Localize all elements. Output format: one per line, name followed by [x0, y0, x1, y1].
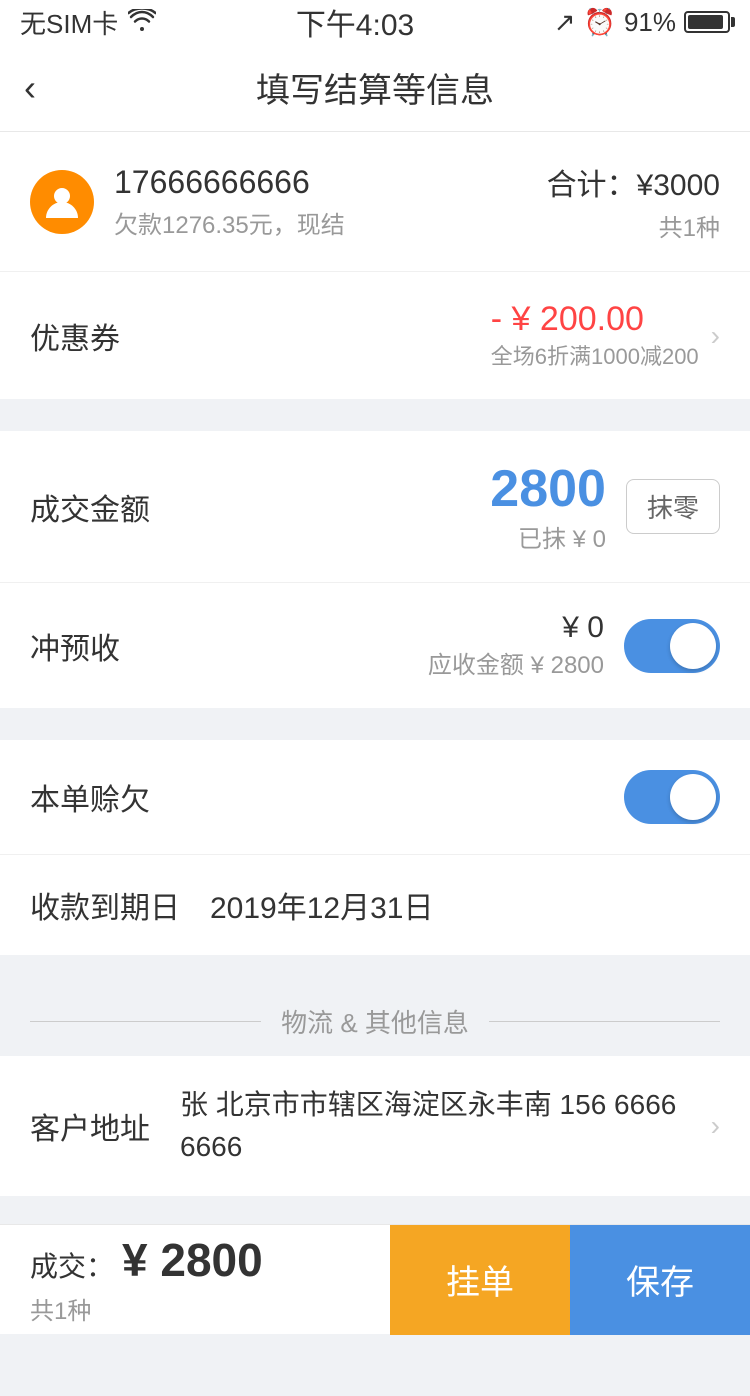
logistics-line-right	[489, 1021, 720, 1022]
logistics-divider	[0, 971, 750, 987]
location-icon: ↗	[554, 7, 576, 38]
round-button[interactable]: 抹零	[626, 479, 720, 534]
divider-1	[0, 415, 750, 431]
user-debt: 欠款1276.35元，现结	[114, 205, 345, 240]
advance-label: 冲预收	[30, 624, 120, 668]
nav-bar: ‹ 填写结算等信息	[0, 44, 750, 132]
bottom-amount: ¥ 2800	[122, 1233, 263, 1287]
divider-2	[0, 724, 750, 740]
coupon-right: - ¥ 200.00 全场6折满1000减200 ›	[491, 300, 720, 371]
battery-percent: 91%	[624, 7, 676, 38]
status-left: 无SIM卡	[20, 4, 156, 41]
address-section: 客户地址 张 北京市市辖区海淀区永丰南 156 6666 6666 ›	[0, 1056, 750, 1196]
amount-section: 成交金额 2800 已抹 ¥ 0 抹零 冲预收 ¥ 0 应收金额 ¥ 2800	[0, 431, 750, 708]
save-button[interactable]: 保存	[570, 1225, 750, 1335]
address-chevron-icon: ›	[711, 1110, 720, 1142]
status-time: 下午4:03	[296, 0, 414, 44]
user-info: 17666666666 欠款1276.35元，现结	[114, 164, 345, 240]
status-right: ↗ ⏰ 91%	[554, 7, 730, 38]
due-row: 收款到期日 2019年12月31日	[0, 854, 750, 955]
coupon-row[interactable]: 优惠券 - ¥ 200.00 全场6折满1000减200 ›	[0, 271, 750, 399]
logistics-text: 物流 & 其他信息	[261, 1003, 489, 1040]
advance-value: ¥ 0	[428, 611, 604, 645]
coupon-desc: 全场6折满1000减200	[491, 339, 699, 371]
user-total: 合计：¥3000	[547, 160, 720, 204]
battery-icon	[684, 11, 730, 33]
coupon-discount: - ¥ 200.00	[491, 300, 699, 339]
advance-row: 冲预收 ¥ 0 应收金额 ¥ 2800	[0, 582, 750, 708]
user-right: 合计：¥3000 共1种	[547, 160, 720, 243]
carrier-label: 无SIM卡	[20, 4, 118, 41]
debt-section: 本单赊欠 收款到期日 2019年12月31日	[0, 740, 750, 955]
debt-row: 本单赊欠	[0, 740, 750, 854]
address-label: 客户地址	[30, 1104, 150, 1148]
status-bar: 无SIM卡 下午4:03 ↗ ⏰ 91%	[0, 0, 750, 44]
due-label: 收款到期日	[30, 883, 180, 927]
amount-value: 2800	[490, 459, 606, 519]
advance-toggle[interactable]	[624, 619, 720, 673]
bottom-info: 成交： ¥ 2800 共1种	[0, 1233, 390, 1326]
advance-sub: 应收金额 ¥ 2800	[428, 645, 604, 680]
toggle-knob	[670, 623, 716, 669]
chevron-right-icon: ›	[711, 320, 720, 352]
bottom-count: 共1种	[30, 1291, 360, 1326]
logistics-line-left	[30, 1021, 261, 1022]
amount-right: 2800 已抹 ¥ 0 抹零	[490, 459, 720, 554]
hang-button[interactable]: 挂单	[390, 1225, 570, 1335]
debt-toggle-knob	[670, 774, 716, 820]
avatar	[30, 170, 94, 234]
advance-right: ¥ 0 应收金额 ¥ 2800	[428, 611, 720, 680]
user-count: 共1种	[547, 208, 720, 243]
address-value: 张 北京市市辖区海淀区永丰南 156 6666 6666	[180, 1084, 711, 1168]
user-section: 17666666666 欠款1276.35元，现结 合计：¥3000 共1种 优…	[0, 132, 750, 399]
user-left: 17666666666 欠款1276.35元，现结	[30, 164, 345, 240]
advance-value-group: ¥ 0 应收金额 ¥ 2800	[428, 611, 604, 680]
user-phone: 17666666666	[114, 164, 345, 201]
page-title: 填写结算等信息	[256, 63, 494, 112]
amount-label: 成交金额	[30, 485, 150, 529]
bottom-prefix-label: 成交：	[30, 1245, 114, 1285]
address-row[interactable]: 客户地址 张 北京市市辖区海淀区永丰南 156 6666 6666 ›	[0, 1056, 750, 1196]
amount-row: 成交金额 2800 已抹 ¥ 0 抹零	[0, 431, 750, 582]
debt-toggle[interactable]	[624, 770, 720, 824]
logistics-header: 物流 & 其他信息	[0, 987, 750, 1056]
user-row: 17666666666 欠款1276.35元，现结 合计：¥3000 共1种	[0, 132, 750, 271]
due-date: 2019年12月31日	[210, 883, 433, 927]
amount-sub: 已抹 ¥ 0	[490, 519, 606, 554]
bottom-bar: 成交： ¥ 2800 共1种 挂单 保存	[0, 1224, 750, 1334]
coupon-label: 优惠券	[30, 314, 120, 358]
back-button[interactable]: ‹	[24, 67, 36, 109]
wifi-icon	[128, 7, 156, 38]
bottom-amount-row: 成交： ¥ 2800	[30, 1233, 360, 1287]
alarm-icon: ⏰	[584, 7, 616, 38]
debt-label: 本单赊欠	[30, 775, 150, 819]
